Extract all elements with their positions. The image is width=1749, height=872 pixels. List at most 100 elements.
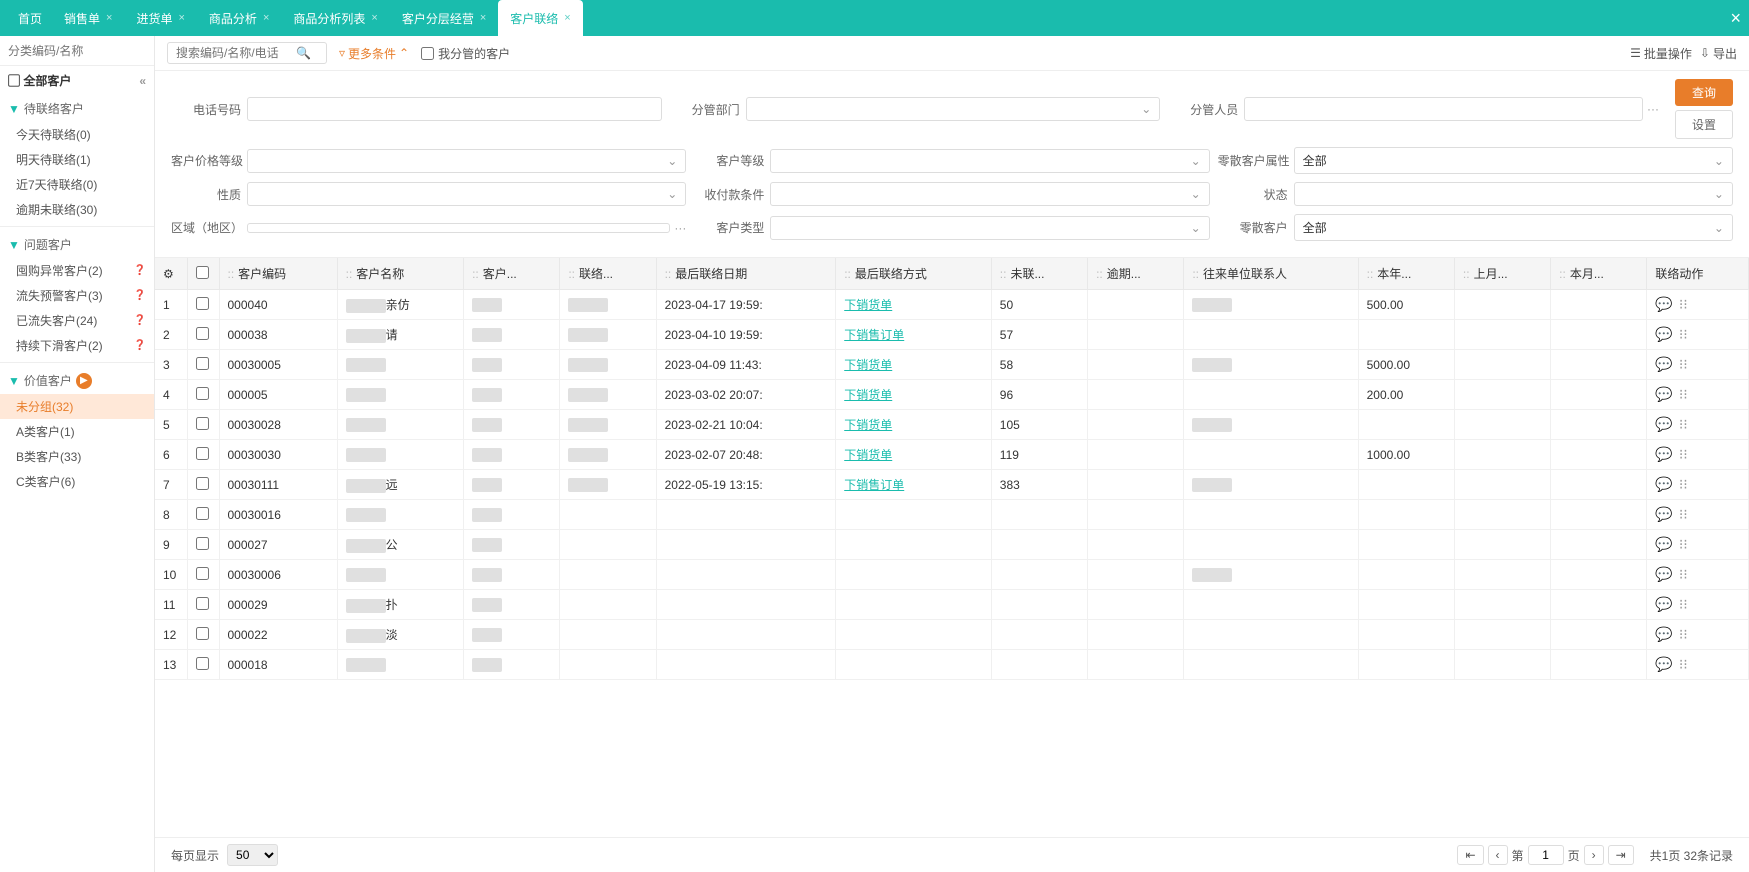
first-page-button[interactable]: ⇤ xyxy=(1457,845,1483,865)
page-number-input[interactable] xyxy=(1528,845,1564,865)
qr-icon[interactable]: ⁝⁝ xyxy=(1679,386,1688,403)
close-all-button[interactable]: × xyxy=(1730,8,1741,29)
main-search-icon[interactable]: 🔍 xyxy=(296,46,311,60)
row-checkbox[interactable] xyxy=(196,507,209,520)
qr-icon[interactable]: ⁝⁝ xyxy=(1679,656,1688,673)
row-checkbox[interactable] xyxy=(196,537,209,550)
last-contact-link[interactable]: 下销货单 xyxy=(844,448,892,462)
filter-price-level-select[interactable]: ⌄ xyxy=(247,149,686,173)
row-checkbox[interactable] xyxy=(196,627,209,640)
last-contact-link[interactable]: 下销货单 xyxy=(844,418,892,432)
td-last-method[interactable] xyxy=(836,560,992,590)
sidebar-item-overdue-pending[interactable]: 逾期未联络(30) xyxy=(0,197,154,222)
row-checkbox[interactable] xyxy=(196,477,209,490)
chat-icon[interactable]: 💬 xyxy=(1655,656,1672,673)
qr-icon[interactable]: ⁝⁝ xyxy=(1679,446,1688,463)
sidebar-item-7day-pending[interactable]: 近7天待联络(0) xyxy=(0,172,154,197)
more-conditions-button[interactable]: ▿ 更多条件 ⌃ xyxy=(339,45,409,62)
td-last-method[interactable]: 下销售订单 xyxy=(836,320,992,350)
chat-icon[interactable]: 💬 xyxy=(1655,416,1672,433)
tab-sales-order[interactable]: 销售单 × xyxy=(52,0,124,36)
sidebar-group-value[interactable]: ▼ 价值客户 ▶ xyxy=(0,367,154,394)
chat-icon[interactable]: 💬 xyxy=(1655,296,1672,313)
sidebar-group-pending[interactable]: ▼ 待联络客户 xyxy=(0,95,154,122)
td-last-method[interactable]: 下销货单 xyxy=(836,380,992,410)
chat-icon[interactable]: 💬 xyxy=(1655,326,1672,343)
sidebar-group-problem[interactable]: ▼ 问题客户 xyxy=(0,231,154,258)
last-contact-link[interactable]: 下销货单 xyxy=(844,358,892,372)
export-button[interactable]: ⇩ 导出 xyxy=(1700,45,1737,62)
chat-icon[interactable]: 💬 xyxy=(1655,596,1672,613)
row-checkbox[interactable] xyxy=(196,327,209,340)
row-checkbox[interactable] xyxy=(196,597,209,610)
qr-icon[interactable]: ⁝⁝ xyxy=(1679,296,1688,313)
chat-icon[interactable]: 💬 xyxy=(1655,536,1672,553)
td-last-method[interactable] xyxy=(836,500,992,530)
tab-customer-segment[interactable]: 客户分层经营 × xyxy=(390,0,498,36)
sidebar-item-class-b[interactable]: B类客户(33) xyxy=(0,444,154,469)
qr-icon[interactable]: ⁝⁝ xyxy=(1679,326,1688,343)
sidebar-search-box[interactable]: 🔍 xyxy=(0,36,154,66)
close-product-analysis-list-icon[interactable]: × xyxy=(371,12,377,24)
td-last-method[interactable]: 下销货单 xyxy=(836,350,992,380)
qr-icon[interactable]: ⁝⁝ xyxy=(1679,566,1688,583)
select-all-checkbox[interactable] xyxy=(196,266,209,279)
td-checkbox[interactable] xyxy=(187,620,219,650)
td-checkbox[interactable] xyxy=(187,500,219,530)
sidebar-item-tomorrow-pending[interactable]: 明天待联络(1) xyxy=(0,147,154,172)
filter-retail-customer-select[interactable]: 全部 ⌄ xyxy=(1294,214,1733,241)
sidebar-item-class-a[interactable]: A类客户(1) xyxy=(0,419,154,444)
reset-button[interactable]: 设置 xyxy=(1675,110,1733,139)
sidebar-all-customers[interactable]: ▢ 全部客户 « xyxy=(0,66,154,95)
chat-icon[interactable]: 💬 xyxy=(1655,446,1672,463)
td-last-method[interactable] xyxy=(836,650,992,680)
filter-retail-attr-select[interactable]: 全部 ⌄ xyxy=(1294,147,1733,174)
td-checkbox[interactable] xyxy=(187,410,219,440)
sidebar-search-input[interactable] xyxy=(8,44,155,58)
filter-region-dots-icon[interactable]: ··· xyxy=(674,221,686,235)
qr-icon[interactable]: ⁝⁝ xyxy=(1679,476,1688,493)
page-size-select[interactable]: 50 20 100 xyxy=(227,844,278,866)
td-checkbox[interactable] xyxy=(187,350,219,380)
tab-product-analysis[interactable]: 商品分析 × xyxy=(197,0,281,36)
filter-phone-input[interactable] xyxy=(247,97,662,121)
sidebar-item-abnormal[interactable]: 囤购异常客户(2) ❓ xyxy=(0,258,154,283)
td-checkbox[interactable] xyxy=(187,380,219,410)
last-contact-link[interactable]: 下销售订单 xyxy=(844,478,904,492)
qr-icon[interactable]: ⁝⁝ xyxy=(1679,536,1688,553)
main-search-input[interactable] xyxy=(176,46,296,60)
td-checkbox[interactable] xyxy=(187,440,219,470)
td-checkbox[interactable] xyxy=(187,530,219,560)
td-last-method[interactable] xyxy=(836,620,992,650)
tab-purchase-order[interactable]: 进货单 × xyxy=(124,0,196,36)
sidebar-item-today-pending[interactable]: 今天待联络(0) xyxy=(0,122,154,147)
qr-icon[interactable]: ⁝⁝ xyxy=(1679,356,1688,373)
search-box[interactable]: 🔍 xyxy=(167,42,327,64)
row-checkbox[interactable] xyxy=(196,387,209,400)
last-contact-link[interactable]: 下销货单 xyxy=(844,388,892,402)
row-checkbox[interactable] xyxy=(196,357,209,370)
td-checkbox[interactable] xyxy=(187,590,219,620)
sidebar-item-ungroup[interactable]: 未分组(32) xyxy=(0,394,154,419)
row-checkbox[interactable] xyxy=(196,297,209,310)
close-purchase-order-icon[interactable]: × xyxy=(178,12,184,24)
close-customer-contact-icon[interactable]: × xyxy=(564,12,570,24)
last-page-button[interactable]: ⇥ xyxy=(1608,845,1634,865)
close-sales-order-icon[interactable]: × xyxy=(106,12,112,24)
sidebar-item-churned[interactable]: 已流失客户(24) ❓ xyxy=(0,308,154,333)
filter-dept-select[interactable]: ⌄ xyxy=(746,97,1161,121)
sidebar-item-class-c[interactable]: C类客户(6) xyxy=(0,469,154,494)
td-checkbox[interactable] xyxy=(187,650,219,680)
filter-payment-select[interactable]: ⌄ xyxy=(770,182,1209,206)
tab-product-analysis-list[interactable]: 商品分析列表 × xyxy=(281,0,389,36)
last-contact-link[interactable]: 下销货单 xyxy=(844,298,892,312)
filter-customer-level-select[interactable]: ⌄ xyxy=(770,149,1209,173)
td-last-method[interactable]: 下销货单 xyxy=(836,440,992,470)
qr-icon[interactable]: ⁝⁝ xyxy=(1679,596,1688,613)
batch-ops-button[interactable]: ☰ 批量操作 xyxy=(1630,45,1692,62)
filter-status-select[interactable]: ⌄ xyxy=(1294,182,1733,206)
tab-customer-contact[interactable]: 客户联络 × xyxy=(498,0,582,36)
td-checkbox[interactable] xyxy=(187,320,219,350)
td-checkbox[interactable] xyxy=(187,290,219,320)
col-checkbox[interactable] xyxy=(187,258,219,290)
